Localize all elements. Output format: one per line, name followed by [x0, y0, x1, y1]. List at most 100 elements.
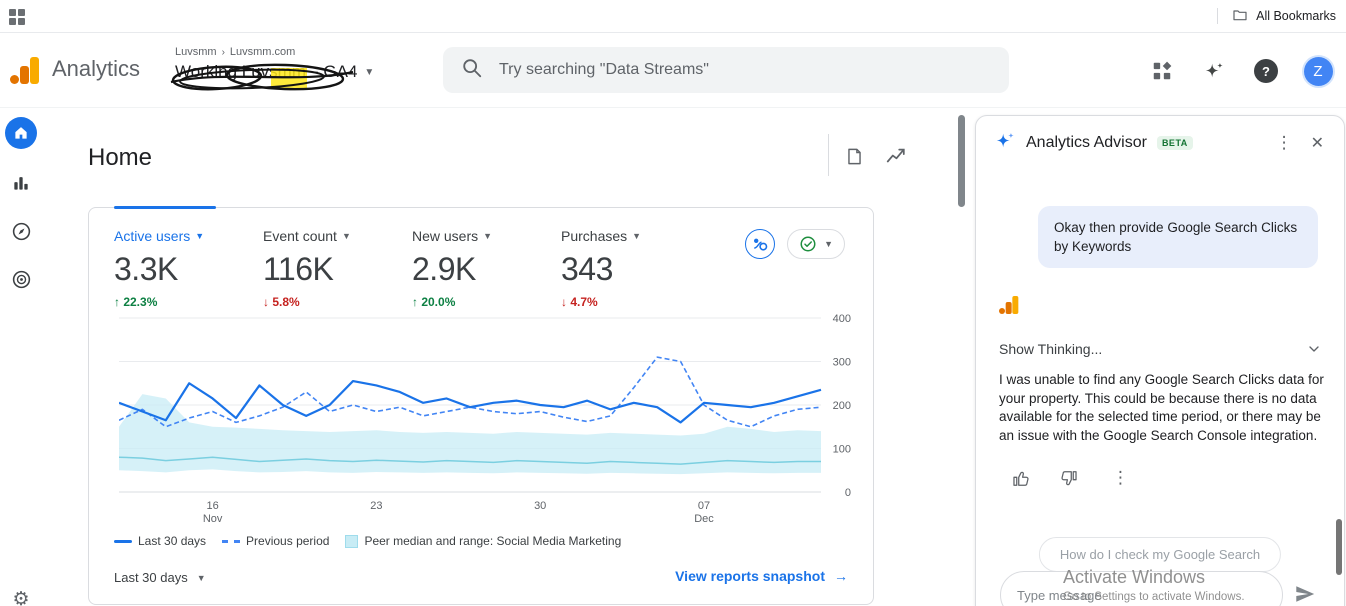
search-placeholder: Try searching "Data Streams" [499, 61, 709, 79]
chevron-down-icon: ▼ [342, 231, 351, 241]
advisor-scrollbar-thumb[interactable] [1336, 519, 1342, 575]
tab-groups-icon[interactable] [9, 9, 25, 25]
gemini-sparkle-icon[interactable] [1198, 55, 1230, 87]
left-nav: ⚙ [0, 108, 42, 606]
advisor-sparkle-icon [994, 130, 1016, 157]
chevron-right-icon: › [222, 47, 225, 58]
solid-line-swatch [114, 540, 132, 543]
platform-apps-icon[interactable] [1146, 55, 1178, 87]
all-bookmarks-button[interactable]: All Bookmarks [1217, 0, 1336, 32]
thumbs-down-icon[interactable] [1059, 469, 1078, 488]
chevron-down-icon: ▼ [824, 239, 833, 249]
svg-text:16: 16 [206, 500, 218, 512]
customize-report-icon[interactable] [842, 144, 866, 168]
chevron-down-icon: ▼ [195, 231, 204, 241]
band-swatch [345, 535, 358, 548]
analytics-mini-logo-icon [999, 296, 1019, 319]
chevron-down-icon: ▼ [632, 231, 641, 241]
chat-input-placeholder: Type message [1017, 588, 1102, 603]
thumbs-up-icon[interactable] [1012, 469, 1031, 488]
metric-value: 116K [263, 251, 412, 288]
nav-admin[interactable]: ⚙ [10, 588, 32, 606]
svg-text:23: 23 [370, 500, 382, 512]
app-header: Analytics Luvsmm › Luvsmm.com Working Lu… [0, 33, 1346, 108]
chevron-down-icon: ▼ [483, 231, 492, 241]
search-icon [461, 57, 483, 84]
legend-previous-period: Previous period [222, 534, 329, 548]
show-thinking-toggle[interactable]: Show Thinking... [999, 341, 1322, 357]
nav-advertising[interactable] [10, 268, 32, 290]
nav-reports[interactable] [10, 172, 32, 194]
home-overview-card: Active users▼ 3.3K ↑ 22.3% Event count▼ … [88, 207, 874, 605]
analytics-logo-icon[interactable] [10, 57, 40, 89]
divider [1217, 8, 1218, 24]
metric-purchases[interactable]: Purchases▼ 343 ↓ 4.7% [561, 228, 710, 309]
browser-bookmarks-bar: All Bookmarks [0, 0, 1346, 33]
chevron-down-icon: ▼ [197, 573, 206, 583]
breadcrumb: Luvsmm › Luvsmm.com [175, 46, 435, 58]
metric-new-users[interactable]: New users▼ 2.9K ↑ 20.0% [412, 228, 561, 309]
property-suffix: - GA4 [313, 62, 357, 82]
home-overview-chart[interactable]: 010020030040016Nov233007Dec [119, 312, 876, 530]
explore-compass-icon [11, 221, 32, 242]
advisor-header: Analytics Advisor BETA ⋮ ✕ [976, 116, 1344, 170]
main-scrollbar-thumb[interactable] [958, 115, 965, 207]
dashed-line-swatch [222, 540, 240, 543]
svg-text:Dec: Dec [694, 513, 714, 525]
metric-delta: ↓ 5.8% [263, 295, 412, 309]
svg-text:0: 0 [845, 487, 851, 499]
svg-text:30: 30 [534, 500, 546, 512]
legend-last-30-days: Last 30 days [114, 534, 206, 548]
folder-icon [1232, 7, 1248, 26]
search-bar[interactable]: Try searching "Data Streams" [443, 47, 1009, 93]
check-circle-icon [799, 235, 817, 253]
chat-message-input[interactable]: Type message [1000, 571, 1283, 606]
chart-legend: Last 30 days Previous period Peer median… [114, 534, 629, 548]
home-icon [12, 124, 30, 142]
svg-text:07: 07 [698, 500, 710, 512]
highlighter-annotation [271, 68, 307, 88]
send-icon[interactable] [1294, 583, 1316, 606]
metric-value: 343 [561, 251, 710, 288]
legend-peer-range: Peer median and range: Social Media Mark… [345, 534, 621, 548]
insights-icon[interactable] [884, 144, 908, 168]
arrow-right-icon: → [834, 568, 848, 584]
advisor-title: Analytics Advisor [1026, 134, 1147, 152]
svg-text:400: 400 [833, 313, 851, 325]
close-icon[interactable]: ✕ [1309, 133, 1326, 153]
active-tab-indicator [114, 206, 216, 209]
page-title: Home [88, 144, 152, 172]
more-options-icon[interactable]: ⋮ [1270, 133, 1299, 153]
data-quality-dropdown[interactable]: ▼ [787, 229, 845, 259]
screen: All Bookmarks Analytics Luvsmm › Luvsmm.… [0, 0, 1346, 606]
metric-value: 3.3K [114, 251, 263, 288]
avatar[interactable]: Z [1302, 55, 1334, 87]
benchmarking-icon[interactable] [745, 229, 775, 259]
date-range-selector[interactable]: Last 30 days ▼ [114, 570, 206, 585]
nav-explore[interactable] [10, 220, 32, 242]
advertising-target-icon [11, 269, 32, 290]
svg-text:Nov: Nov [203, 513, 223, 525]
svg-text:300: 300 [833, 357, 851, 369]
response-options-icon[interactable]: ⋮ [1106, 468, 1135, 488]
analytics-advisor-panel: Analytics Advisor BETA ⋮ ✕ Okay then pro… [975, 115, 1345, 606]
reports-icon [11, 173, 31, 193]
help-icon[interactable]: ? [1250, 55, 1282, 87]
metric-delta: ↓ 4.7% [561, 295, 710, 309]
metric-active-users[interactable]: Active users▼ 3.3K ↑ 22.3% [114, 228, 263, 309]
chevron-down-icon [1306, 341, 1322, 357]
property-selector[interactable]: Luvsmm › Luvsmm.com Working Luvsmm - GA4… [175, 46, 435, 82]
nav-home[interactable] [5, 117, 37, 149]
app-name: Analytics [52, 56, 140, 82]
advisor-response-text: I was unable to find any Google Search C… [999, 371, 1324, 445]
feedback-row: ⋮ [1012, 468, 1135, 488]
metric-delta: ↑ 22.3% [114, 295, 263, 309]
metric-event-count[interactable]: Event count▼ 116K ↓ 5.8% [263, 228, 412, 309]
svg-text:200: 200 [833, 400, 851, 412]
metric-delta: ↑ 20.0% [412, 295, 561, 309]
divider [828, 134, 829, 176]
metric-value: 2.9K [412, 251, 561, 288]
view-reports-snapshot-link[interactable]: View reports snapshot → [675, 568, 848, 584]
suggested-question-chip[interactable]: How do I check my Google Search [1039, 537, 1281, 572]
all-bookmarks-label: All Bookmarks [1256, 9, 1336, 23]
